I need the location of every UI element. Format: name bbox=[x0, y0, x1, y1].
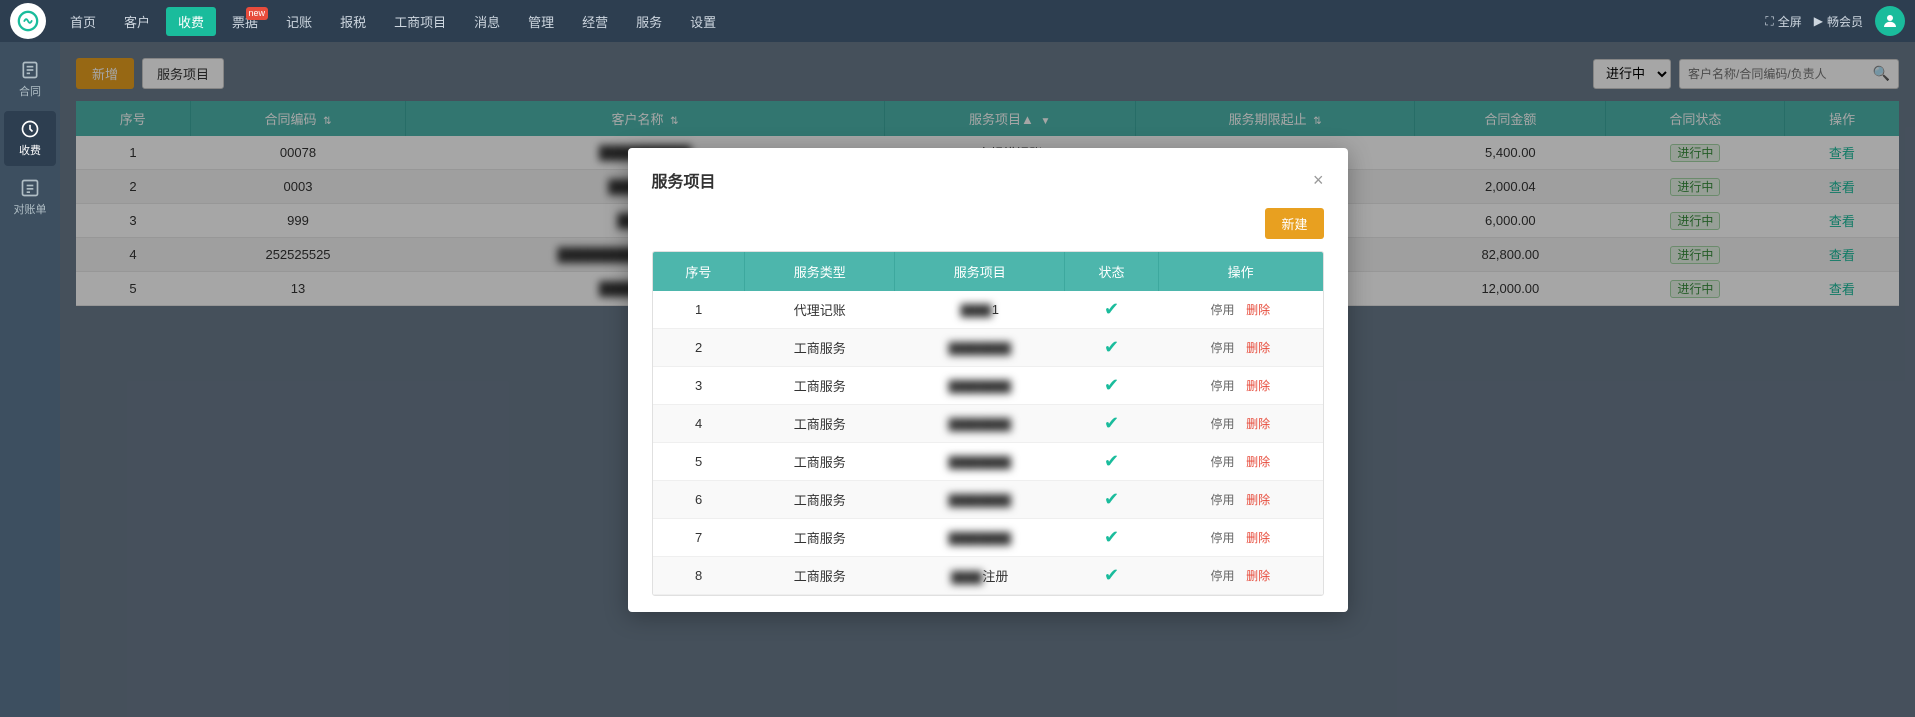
user-avatar[interactable] bbox=[1875, 6, 1905, 36]
content-area: 新增 服务项目 进行中 全部 已结束 未开始 🔍 序号 合同 bbox=[60, 42, 1915, 717]
disable-button[interactable]: 停用 bbox=[1211, 569, 1235, 583]
member-button[interactable]: ▶ 畅会员 bbox=[1814, 13, 1863, 30]
status-check-icon: ✔ bbox=[1104, 299, 1119, 319]
status-check-icon: ✔ bbox=[1104, 565, 1119, 585]
disable-button[interactable]: 停用 bbox=[1211, 379, 1235, 393]
modal-table-row: 4 工商服务 ████████ ✔ 停用 删除 bbox=[653, 404, 1323, 442]
modal-title: 服务项目 bbox=[652, 168, 716, 192]
nav-message[interactable]: 消息 bbox=[462, 7, 512, 36]
delete-button[interactable]: 删除 bbox=[1246, 493, 1270, 507]
status-check-icon: ✔ bbox=[1104, 489, 1119, 509]
modal-col-item: 服务项目 bbox=[895, 252, 1065, 291]
modal-table-row: 6 工商服务 ████████ ✔ 停用 删除 bbox=[653, 480, 1323, 518]
nav-manage[interactable]: 管理 bbox=[516, 7, 566, 36]
status-check-icon: ✔ bbox=[1104, 337, 1119, 357]
modal-table-row: 3 工商服务 ████████ ✔ 停用 删除 bbox=[653, 366, 1323, 404]
member-icon: ▶ bbox=[1814, 14, 1823, 28]
status-check-icon: ✔ bbox=[1104, 527, 1119, 547]
sidebar-item-statement[interactable]: 对账单 bbox=[4, 170, 56, 225]
top-navigation: 首页 客户 收费 票据 new 记账 报税 工商项目 消息 管理 经营 服务 设… bbox=[0, 0, 1915, 42]
service-items-table: 序号 服务类型 服务项目 状态 操作 1 代理记账 ████1 ✔ 停用 删除 … bbox=[653, 252, 1323, 595]
nav-items: 首页 客户 收费 票据 new 记账 报税 工商项目 消息 管理 经营 服务 设… bbox=[58, 7, 1765, 36]
disable-button[interactable]: 停用 bbox=[1211, 417, 1235, 431]
delete-button[interactable]: 删除 bbox=[1246, 569, 1270, 583]
nav-home[interactable]: 首页 bbox=[58, 7, 108, 36]
modal-table-header: 序号 服务类型 服务项目 状态 操作 bbox=[653, 252, 1323, 291]
modal-col-seq: 序号 bbox=[653, 252, 745, 291]
nav-bizproject[interactable]: 工商项目 bbox=[382, 7, 458, 36]
modal-table-row: 8 工商服务 ████注册 ✔ 停用 删除 bbox=[653, 556, 1323, 594]
status-check-icon: ✔ bbox=[1104, 375, 1119, 395]
modal-col-action: 操作 bbox=[1158, 252, 1322, 291]
delete-button[interactable]: 删除 bbox=[1246, 455, 1270, 469]
modal-header: 服务项目 × bbox=[652, 168, 1324, 192]
sidebar: 合同 收费 对账单 bbox=[0, 42, 60, 717]
nav-service[interactable]: 服务 bbox=[624, 7, 674, 36]
fullscreen-button[interactable]: ⛶ 全屏 bbox=[1765, 13, 1801, 30]
modal-toolbar: 新建 bbox=[652, 208, 1324, 239]
status-check-icon: ✔ bbox=[1104, 413, 1119, 433]
nav-bookkeeping[interactable]: 记账 bbox=[274, 7, 324, 36]
modal-col-status: 状态 bbox=[1065, 252, 1158, 291]
delete-button[interactable]: 删除 bbox=[1246, 303, 1270, 317]
disable-button[interactable]: 停用 bbox=[1211, 493, 1235, 507]
delete-button[interactable]: 删除 bbox=[1246, 531, 1270, 545]
nav-business[interactable]: 经营 bbox=[570, 7, 620, 36]
modal-close-button[interactable]: × bbox=[1313, 171, 1324, 189]
modal-table-row: 5 工商服务 ████████ ✔ 停用 删除 bbox=[653, 442, 1323, 480]
modal-table-wrap: 序号 服务类型 服务项目 状态 操作 1 代理记账 ████1 ✔ 停用 删除 … bbox=[652, 251, 1324, 596]
disable-button[interactable]: 停用 bbox=[1211, 341, 1235, 355]
delete-button[interactable]: 删除 bbox=[1246, 379, 1270, 393]
delete-button[interactable]: 删除 bbox=[1246, 417, 1270, 431]
modal-col-type: 服务类型 bbox=[745, 252, 895, 291]
main-layout: 合同 收费 对账单 新增 服务项目 进行中 全部 已结束 bbox=[0, 42, 1915, 717]
nav-customer[interactable]: 客户 bbox=[112, 7, 162, 36]
modal-table-row: 1 代理记账 ████1 ✔ 停用 删除 bbox=[653, 291, 1323, 329]
sidebar-item-contract[interactable]: 合同 bbox=[4, 52, 56, 107]
nav-tax[interactable]: 报税 bbox=[328, 7, 378, 36]
status-check-icon: ✔ bbox=[1104, 451, 1119, 471]
disable-button[interactable]: 停用 bbox=[1211, 455, 1235, 469]
sidebar-item-fee[interactable]: 收费 bbox=[4, 111, 56, 166]
nav-invoice[interactable]: 票据 new bbox=[220, 7, 270, 36]
top-right-actions: ⛶ 全屏 ▶ 畅会员 bbox=[1765, 6, 1905, 36]
disable-button[interactable]: 停用 bbox=[1211, 531, 1235, 545]
new-badge: new bbox=[246, 7, 269, 20]
delete-button[interactable]: 删除 bbox=[1246, 341, 1270, 355]
fullscreen-icon: ⛶ bbox=[1765, 14, 1773, 29]
modal-table-row: 2 工商服务 ████████ ✔ 停用 删除 bbox=[653, 328, 1323, 366]
modal-new-button[interactable]: 新建 bbox=[1265, 208, 1323, 239]
nav-fee[interactable]: 收费 bbox=[166, 7, 216, 36]
disable-button[interactable]: 停用 bbox=[1211, 303, 1235, 317]
app-logo bbox=[10, 3, 46, 39]
service-item-modal: 服务项目 × 新建 序号 服务类型 服务项目 状态 操作 bbox=[628, 148, 1348, 612]
nav-settings[interactable]: 设置 bbox=[678, 7, 728, 36]
modal-table-row: 7 工商服务 ████████ ✔ 停用 删除 bbox=[653, 518, 1323, 556]
